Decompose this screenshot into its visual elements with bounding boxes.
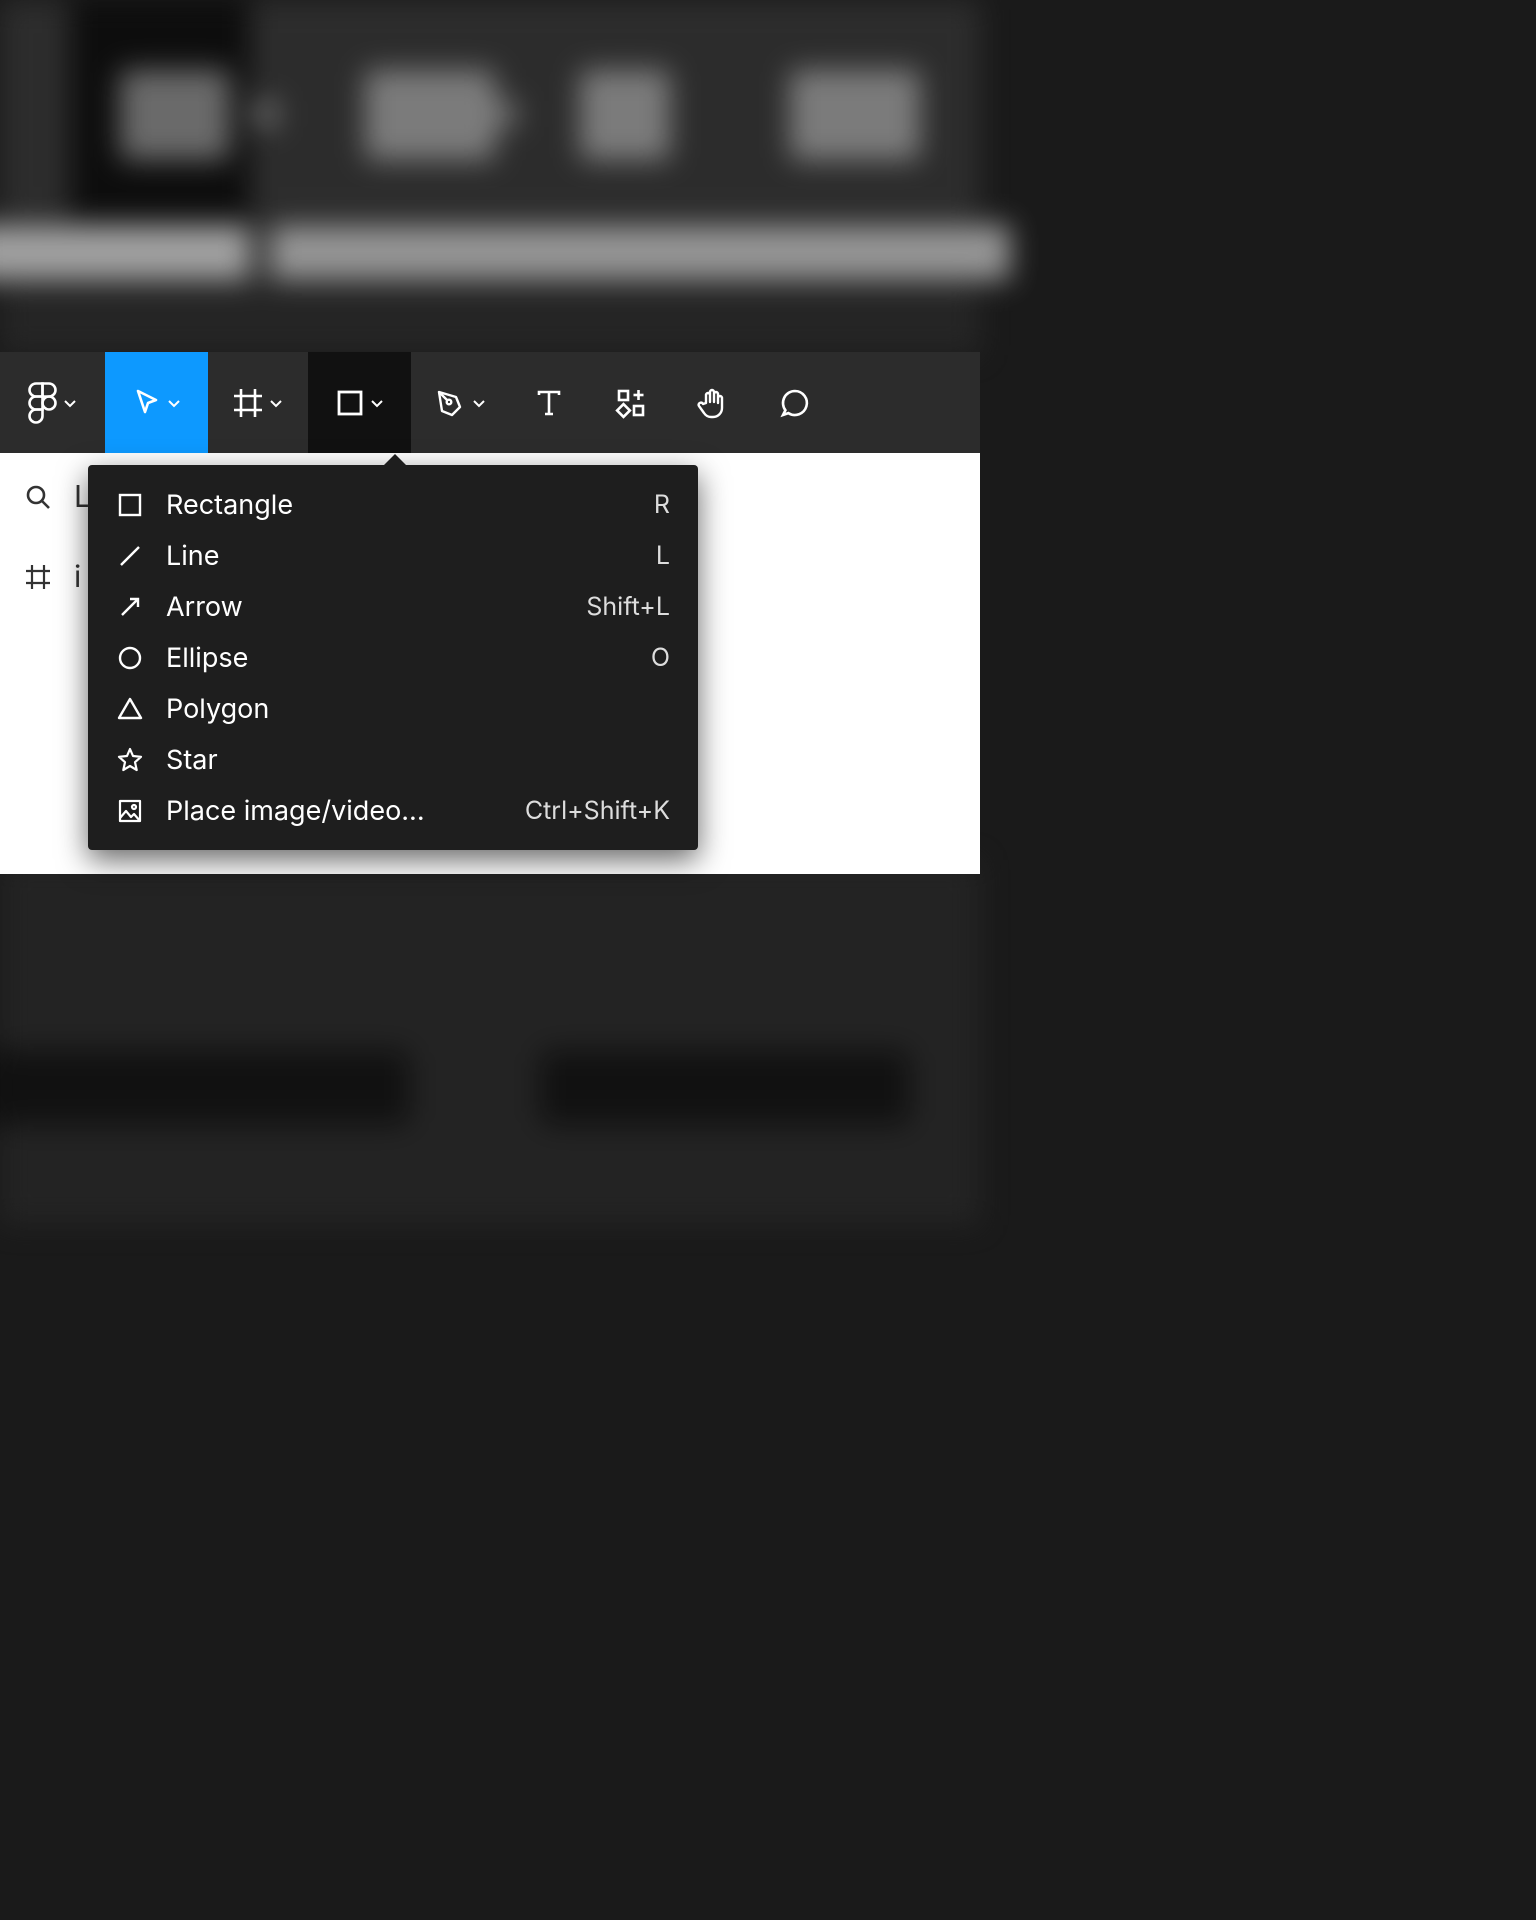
- chevron-down-icon: [268, 395, 284, 411]
- image-icon: [112, 798, 148, 824]
- comment-tool-button[interactable]: [754, 352, 836, 453]
- chevron-down-icon: [471, 395, 487, 411]
- search-icon: [24, 483, 52, 511]
- arrow-icon: [112, 594, 148, 620]
- pen-icon: [433, 386, 467, 420]
- rectangle-icon: [335, 388, 365, 418]
- hand-tool-button[interactable]: [672, 352, 754, 453]
- menu-item-polygon[interactable]: Polygon: [88, 683, 698, 734]
- menu-item-label: Place image/video...: [166, 794, 513, 827]
- cursor-icon: [132, 388, 162, 418]
- ellipse-icon: [112, 645, 148, 671]
- figma-logo-icon: [28, 382, 58, 424]
- shape-tool-button[interactable]: [308, 352, 411, 453]
- pen-tool-button[interactable]: [411, 352, 508, 453]
- layers-search[interactable]: L: [0, 461, 91, 533]
- menu-item-label: Ellipse: [166, 641, 639, 674]
- menu-item-shortcut: R: [654, 490, 670, 520]
- line-icon: [112, 543, 148, 569]
- menu-item-arrow[interactable]: Arrow Shift+L: [88, 581, 698, 632]
- frame-tool-button[interactable]: [208, 352, 308, 453]
- shape-tools-menu: Rectangle R Line L Arrow Shift+L Ellipse…: [88, 465, 698, 850]
- layer-row[interactable]: i: [0, 541, 81, 613]
- menu-item-shortcut: L: [656, 541, 670, 571]
- chevron-down-icon: [166, 395, 182, 411]
- resources-button[interactable]: [590, 352, 672, 453]
- text-icon: [534, 388, 564, 418]
- menu-item-shortcut: Shift+L: [586, 592, 670, 622]
- menu-item-label: Star: [166, 743, 658, 776]
- menu-item-shortcut: O: [651, 643, 670, 673]
- main-menu-button[interactable]: [0, 352, 105, 453]
- chevron-down-icon: [369, 395, 385, 411]
- star-icon: [112, 747, 148, 773]
- chevron-down-icon: [62, 395, 78, 411]
- menu-item-label: Rectangle: [166, 488, 642, 521]
- polygon-icon: [112, 696, 148, 722]
- menu-item-rectangle[interactable]: Rectangle R: [88, 479, 698, 530]
- layer-name: i: [74, 559, 81, 595]
- text-tool-button[interactable]: [508, 352, 590, 453]
- move-tool-button[interactable]: [105, 352, 208, 453]
- rectangle-icon: [112, 492, 148, 518]
- menu-item-label: Line: [166, 539, 644, 572]
- menu-item-star[interactable]: Star: [88, 734, 698, 785]
- frame-icon: [232, 387, 264, 419]
- menu-item-ellipse[interactable]: Ellipse O: [88, 632, 698, 683]
- menu-item-label: Polygon: [166, 692, 658, 725]
- menu-item-label: Arrow: [166, 590, 574, 623]
- comment-icon: [779, 387, 811, 419]
- menu-item-place-image[interactable]: Place image/video... Ctrl+Shift+K: [88, 785, 698, 836]
- menu-item-line[interactable]: Line L: [88, 530, 698, 581]
- resources-icon: [615, 387, 647, 419]
- top-toolbar: [0, 352, 980, 453]
- hand-icon: [696, 386, 730, 420]
- frame-icon: [24, 563, 52, 591]
- menu-item-shortcut: Ctrl+Shift+K: [525, 796, 670, 826]
